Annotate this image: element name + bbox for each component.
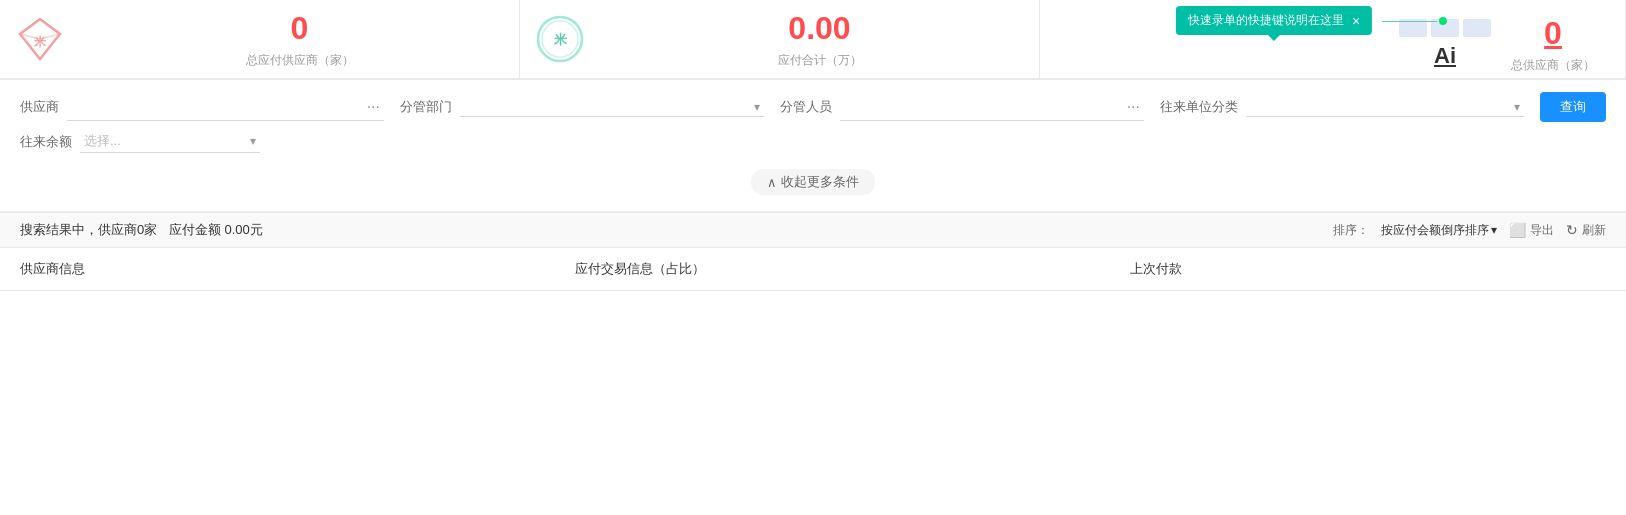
table-content — [0, 291, 1626, 491]
table-header: 供应商信息 应付交易信息（占比） 上次付款 — [0, 248, 1626, 291]
results-text: 搜索结果中，供应商0家 — [20, 222, 157, 237]
collapse-arrow-icon: ∧ — [767, 175, 777, 190]
balance-chevron-icon: ▾ — [250, 134, 256, 148]
refresh-button[interactable]: ↻ 刷新 — [1566, 222, 1606, 239]
dept-chevron-icon: ▾ — [754, 100, 760, 114]
svg-text:米: 米 — [553, 32, 568, 47]
supplier-dots-button[interactable]: ··· — [367, 98, 380, 116]
refresh-label: 刷新 — [1582, 222, 1606, 239]
svg-text:米: 米 — [33, 35, 47, 49]
supplier-input-wrap[interactable]: ··· — [67, 93, 384, 121]
supplier-filter-group: 供应商 ··· — [20, 93, 384, 121]
ai-box-3 — [1463, 19, 1491, 37]
ai-label: Ai — [1434, 43, 1456, 69]
table-col-supplier-info: 供应商信息 — [20, 260, 575, 278]
stat-block-payable-suppliers: 米 0 总应付供应商（家） — [0, 0, 520, 78]
export-button[interactable]: ⬜ 导出 — [1509, 222, 1554, 239]
stat-block-payable-total: 米 0.00 应付合计（万） — [520, 0, 1040, 78]
results-info: 搜索结果中，供应商0家 应付金额 0.00元 — [20, 221, 263, 239]
coin-logo-area: 米 — [520, 0, 600, 78]
unit-category-chevron-icon: ▾ — [1514, 100, 1520, 114]
tooltip-popup: 快速录单的快捷键说明在这里 × — [1176, 6, 1372, 35]
balance-filter-group: 往来余额 选择... ▾ — [20, 130, 320, 153]
diamond-logo-area: 米 — [0, 0, 80, 78]
filters-area: 供应商 ··· 分管部门 ▾ 分管人员 ··· 往来单位分类 — [0, 80, 1626, 212]
payable-suppliers-content: 0 总应付供应商（家） — [80, 9, 519, 68]
person-dots-button[interactable]: ··· — [1127, 98, 1140, 116]
dept-filter-group: 分管部门 ▾ — [400, 98, 764, 117]
filter-row-1: 供应商 ··· 分管部门 ▾ 分管人员 ··· 往来单位分类 — [20, 92, 1606, 122]
sort-chevron-icon: ▾ — [1491, 223, 1497, 237]
table-col-transaction-info: 应付交易信息（占比） — [575, 260, 1130, 278]
export-icon: ⬜ — [1509, 222, 1526, 238]
tooltip-text: 快速录单的快捷键说明在这里 — [1188, 12, 1344, 29]
refresh-icon: ↻ — [1566, 222, 1578, 238]
tooltip-line — [1382, 21, 1437, 22]
total-suppliers-label: 总供应商（家） — [1511, 57, 1595, 74]
balance-placeholder: 选择... — [84, 132, 250, 150]
unit-category-label: 往来单位分类 — [1160, 98, 1238, 116]
coin-icon: 米 — [534, 13, 586, 65]
diamond-icon: 米 — [15, 14, 65, 64]
supplier-input[interactable] — [71, 95, 363, 118]
collapse-label: 收起更多条件 — [781, 173, 859, 191]
sort-select[interactable]: 按应付会额倒序排序 ▾ — [1381, 222, 1497, 239]
payable-total-content: 0.00 应付合计（万） — [600, 9, 1039, 68]
total-suppliers-count: 0 — [1544, 14, 1562, 52]
sort-label: 排序： — [1333, 222, 1369, 239]
unit-category-select[interactable]: ▾ — [1246, 98, 1524, 117]
search-button[interactable]: 查询 — [1540, 92, 1606, 122]
payable-total-label: 应付合计（万） — [778, 52, 862, 69]
filter-row-2: 往来余额 选择... ▾ — [20, 130, 1606, 153]
dept-select[interactable]: ▾ — [460, 98, 764, 117]
dept-label: 分管部门 — [400, 98, 452, 116]
stats-bar: 米 0 总应付供应商（家） 米 0.00 应付合计（万） 快速录单的快捷键说明在… — [0, 0, 1626, 80]
ai-section: Ai — [1399, 19, 1491, 69]
export-label: 导出 — [1530, 222, 1554, 239]
balance-label: 往来余额 — [20, 133, 72, 151]
ai-box-1 — [1399, 19, 1427, 37]
collapse-button[interactable]: ∧ 收起更多条件 — [751, 169, 875, 195]
table-col-last-payment: 上次付款 — [1130, 260, 1606, 278]
payable-suppliers-count: 0 — [291, 9, 309, 47]
payable-total-count: 0.00 — [788, 9, 850, 47]
results-actions: 排序： 按应付会额倒序排序 ▾ ⬜ 导出 ↻ 刷新 — [1333, 222, 1606, 239]
person-input[interactable] — [844, 95, 1123, 118]
person-input-wrap[interactable]: ··· — [840, 93, 1144, 121]
balance-select[interactable]: 选择... ▾ — [80, 130, 260, 153]
person-label: 分管人员 — [780, 98, 832, 116]
tooltip-dot — [1439, 17, 1447, 25]
supplier-label: 供应商 — [20, 98, 59, 116]
tooltip-close-button[interactable]: × — [1352, 14, 1360, 28]
unit-category-filter-group: 往来单位分类 ▾ — [1160, 98, 1524, 117]
sort-value: 按应付会额倒序排序 — [1381, 222, 1489, 239]
collapse-bar: ∧ 收起更多条件 — [20, 161, 1606, 199]
stat-block-total-suppliers: 快速录单的快捷键说明在这里 × Ai 0 总供应商（家） — [1040, 0, 1626, 78]
person-filter-group: 分管人员 ··· — [780, 93, 1144, 121]
payable-suppliers-label: 总应付供应商（家） — [246, 52, 354, 69]
total-suppliers-section: 0 总供应商（家） — [1511, 14, 1595, 73]
results-bar: 搜索结果中，供应商0家 应付金额 0.00元 排序： 按应付会额倒序排序 ▾ ⬜… — [0, 212, 1626, 248]
results-amount: 应付金额 0.00元 — [169, 222, 263, 237]
